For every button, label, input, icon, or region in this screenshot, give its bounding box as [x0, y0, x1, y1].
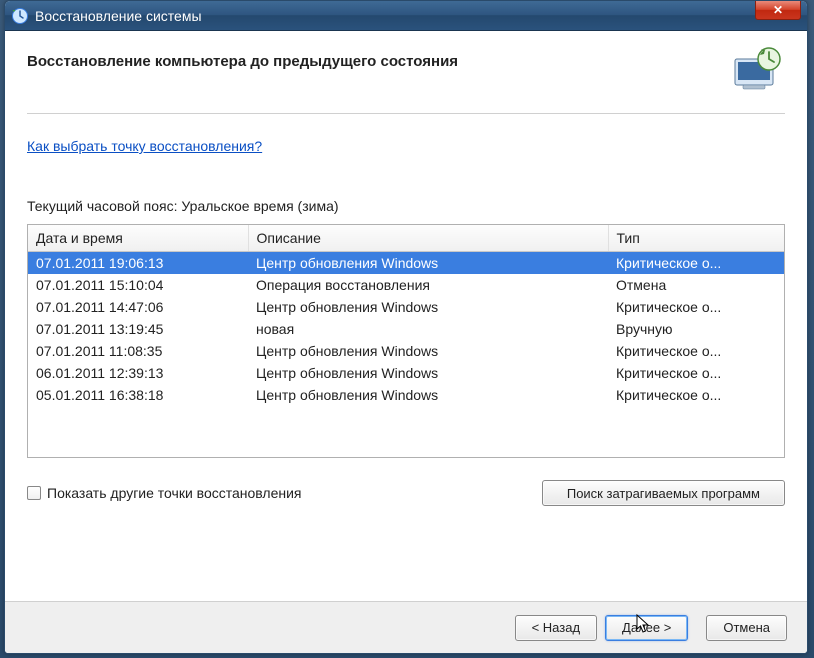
page-header: Восстановление компьютера до предыдущего…	[27, 43, 785, 114]
cell-date: 07.01.2011 11:08:35	[28, 340, 248, 362]
table-row[interactable]: 05.01.2011 16:38:18Центр обновления Wind…	[28, 384, 784, 406]
cell-type: Отмена	[608, 274, 784, 296]
table-row[interactable]: 07.01.2011 14:47:06Центр обновления Wind…	[28, 296, 784, 318]
cell-date: 05.01.2011 16:38:18	[28, 384, 248, 406]
close-icon: ✕	[773, 3, 783, 17]
cell-desc: новая	[248, 318, 608, 340]
column-header-date[interactable]: Дата и время	[28, 225, 248, 252]
wizard-footer: < Назад Далее > Отмена	[5, 601, 807, 653]
table-row[interactable]: 07.01.2011 19:06:13Центр обновления Wind…	[28, 252, 784, 275]
titlebar[interactable]: Восстановление системы ✕	[5, 1, 807, 31]
cell-desc: Операция восстановления	[248, 274, 608, 296]
app-icon	[11, 7, 29, 25]
timezone-label: Текущий часовой пояс: Уральское время (з…	[27, 198, 785, 214]
cell-type: Критическое о...	[608, 296, 784, 318]
column-header-type[interactable]: Тип	[608, 225, 784, 252]
help-link[interactable]: Как выбрать точку восстановления?	[27, 138, 262, 154]
cell-type: Критическое о...	[608, 362, 784, 384]
cell-desc: Центр обновления Windows	[248, 362, 608, 384]
cancel-button[interactable]: Отмена	[706, 615, 787, 641]
cell-date: 07.01.2011 19:06:13	[28, 252, 248, 275]
cell-date: 07.01.2011 15:10:04	[28, 274, 248, 296]
show-more-checkbox-wrap[interactable]: Показать другие точки восстановления	[27, 485, 542, 501]
cell-date: 07.01.2011 13:19:45	[28, 318, 248, 340]
page-title: Восстановление компьютера до предыдущего…	[27, 43, 725, 70]
options-row: Показать другие точки восстановления Пои…	[27, 480, 785, 506]
system-restore-icon	[725, 45, 785, 95]
scan-programs-button[interactable]: Поиск затрагиваемых программ	[542, 480, 785, 506]
cell-desc: Центр обновления Windows	[248, 340, 608, 362]
table-row[interactable]: 07.01.2011 11:08:35Центр обновления Wind…	[28, 340, 784, 362]
cell-date: 06.01.2011 12:39:13	[28, 362, 248, 384]
cell-desc: Центр обновления Windows	[248, 252, 608, 275]
cell-type: Вручную	[608, 318, 784, 340]
back-button[interactable]: < Назад	[515, 615, 597, 641]
next-button[interactable]: Далее >	[605, 615, 688, 641]
show-more-checkbox[interactable]	[27, 486, 41, 500]
cell-type: Критическое о...	[608, 252, 784, 275]
cell-type: Критическое о...	[608, 384, 784, 406]
close-button[interactable]: ✕	[755, 0, 801, 20]
system-restore-window: Восстановление системы ✕ Восстановление …	[4, 0, 808, 654]
table-row[interactable]: 07.01.2011 13:19:45новаяВручную	[28, 318, 784, 340]
wizard-content: Восстановление компьютера до предыдущего…	[5, 31, 807, 653]
cell-desc: Центр обновления Windows	[248, 384, 608, 406]
cell-date: 07.01.2011 14:47:06	[28, 296, 248, 318]
column-header-description[interactable]: Описание	[248, 225, 608, 252]
cell-desc: Центр обновления Windows	[248, 296, 608, 318]
table-row[interactable]: 06.01.2011 12:39:13Центр обновления Wind…	[28, 362, 784, 384]
window-title: Восстановление системы	[35, 8, 801, 24]
restore-points-table: Дата и время Описание Тип 07.01.2011 19:…	[27, 224, 785, 458]
show-more-label: Показать другие точки восстановления	[47, 485, 302, 501]
cell-type: Критическое о...	[608, 340, 784, 362]
table-row[interactable]: 07.01.2011 15:10:04Операция восстановлен…	[28, 274, 784, 296]
